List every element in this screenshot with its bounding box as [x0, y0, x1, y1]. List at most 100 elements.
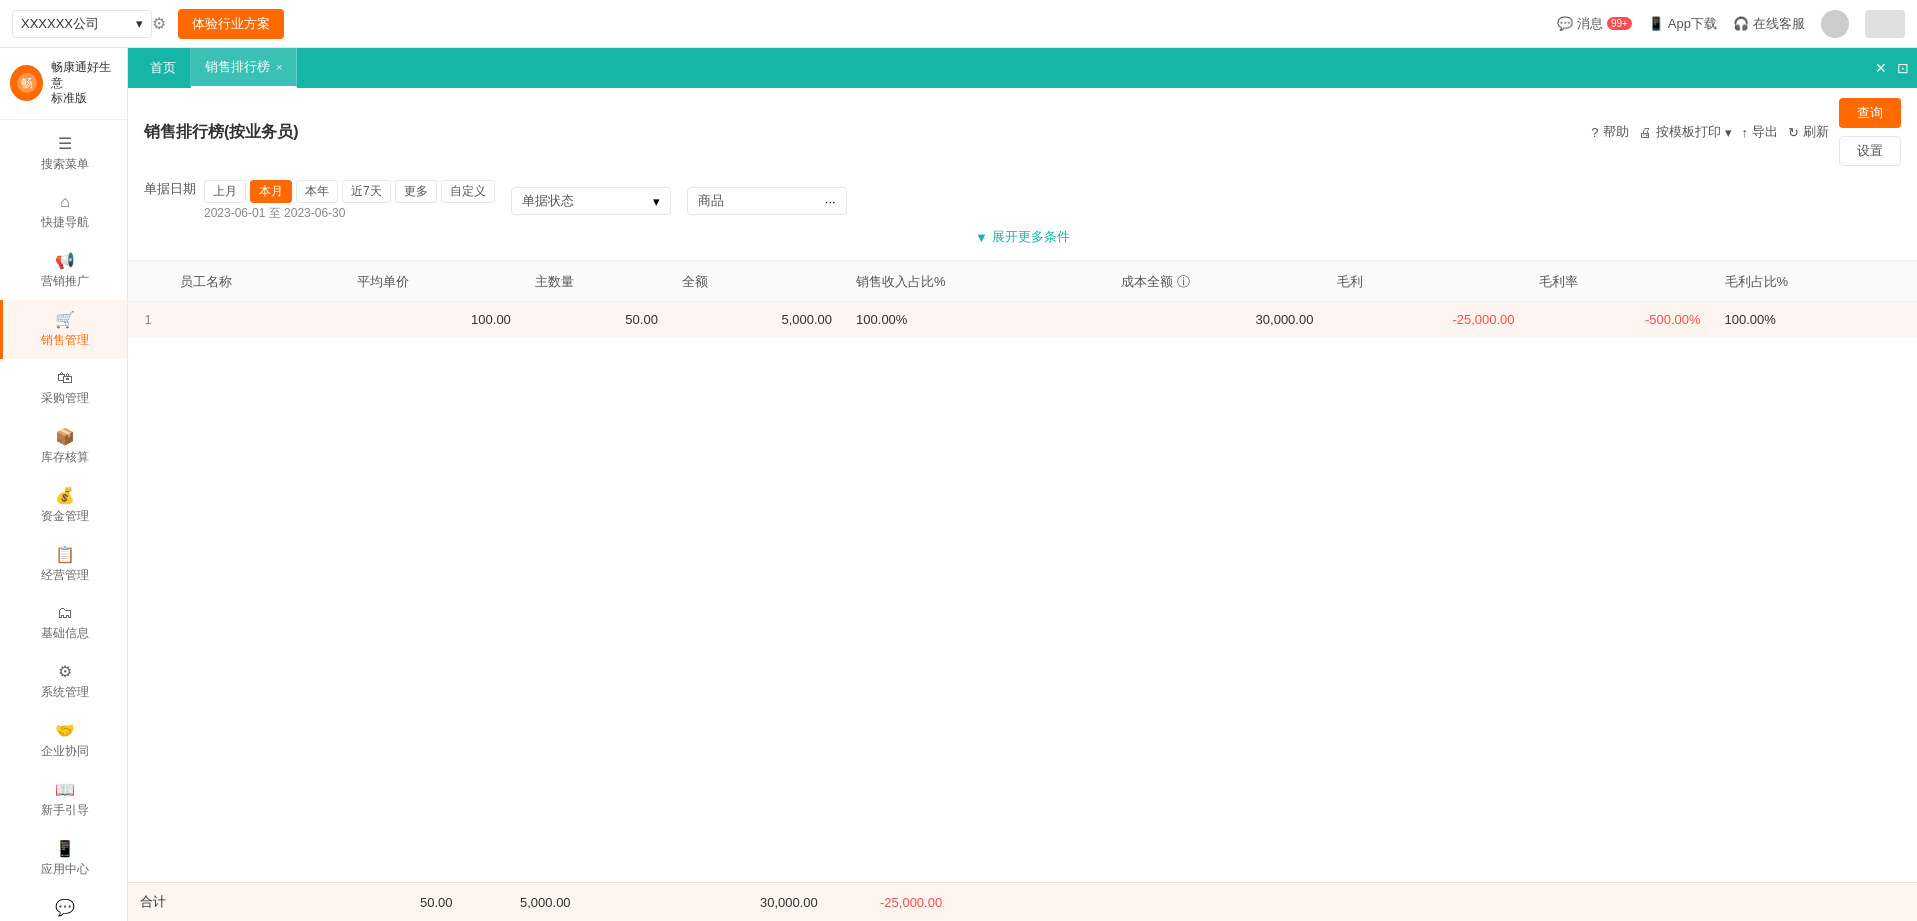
sidebar-item-label: 销售管理 — [41, 332, 89, 349]
col-header-0 — [128, 263, 168, 302]
query-btn[interactable]: 查询 — [1839, 98, 1901, 128]
sidebar-item-apps[interactable]: 📱应用中心 — [0, 829, 127, 888]
help-icon: ? — [1591, 125, 1598, 140]
sidebar-item-system[interactable]: ⚙ 系统管理 — [0, 652, 127, 711]
app-download-btn[interactable]: 📱 App下载 — [1648, 15, 1717, 33]
logo-icon: 畅 — [10, 65, 43, 101]
table-footer: 合计 50.00 5,000.00 30,000.00 -25,000.00 — [128, 882, 1917, 921]
sidebar-item-enterprise[interactable]: 🤝企业协同 — [0, 711, 127, 770]
date-btn-自定义[interactable]: 自定义 — [441, 180, 495, 203]
date-btn-本月[interactable]: 本月 — [250, 180, 292, 203]
table-container: 员工名称平均单价主数量全额销售收入占比%成本全额 ⓘ毛利毛利率毛利占比% 110… — [128, 263, 1917, 882]
tab-bar: 首页 销售排行榜 × ✕ ⊡ — [128, 48, 1917, 88]
sidebar-item-label: 快捷导航 — [41, 214, 89, 231]
table-header-row: 员工名称平均单价主数量全额销售收入占比%成本全额 ⓘ毛利毛利率毛利占比% — [128, 263, 1917, 302]
date-btn-近7天[interactable]: 近7天 — [342, 180, 391, 203]
apps-icon: 📱 — [55, 839, 75, 858]
expand-icon: ▼ — [975, 230, 988, 245]
logo-text: 畅康通好生意 标准版 — [51, 60, 117, 107]
footer-total-label: 合计 — [140, 893, 320, 911]
cell-0-9: 100.00% — [1713, 302, 1917, 338]
data-table: 员工名称平均单价主数量全额销售收入占比%成本全额 ⓘ毛利毛利率毛利占比% 110… — [128, 263, 1917, 338]
sidebar-item-guide[interactable]: 📖新手引导 — [0, 770, 127, 829]
sidebar-item-inventory[interactable]: 📦 库存核算 — [0, 417, 127, 476]
sidebar-item-basic[interactable]: 🗂基础信息 — [0, 594, 127, 652]
message-btn[interactable]: 💬 消息 99+ — [1557, 15, 1632, 33]
search-icon: ☰ — [58, 134, 72, 153]
tab-maximize-icon[interactable]: ⊡ — [1897, 60, 1909, 76]
wechat-icon: 💬 — [55, 898, 75, 917]
date-btn-更多[interactable]: 更多 — [395, 180, 437, 203]
system-icon: ⚙ — [58, 662, 72, 681]
date-btn-本年[interactable]: 本年 — [296, 180, 338, 203]
table-row: 1100.0050.005,000.00100.00%30,000.00-25,… — [128, 302, 1917, 338]
help-btn[interactable]: ? 帮助 — [1591, 123, 1628, 141]
avatar[interactable] — [1821, 10, 1849, 38]
expand-conditions-btn[interactable]: ▼ 展开更多条件 — [144, 222, 1901, 252]
sidebar-item-marketing[interactable]: 📢 营销推广 — [0, 241, 127, 300]
app-icon: 📱 — [1648, 16, 1664, 31]
col-header-5: 销售收入占比% — [844, 263, 1109, 302]
sidebar-item-label: 营销推广 — [41, 273, 89, 290]
tab-close-icon[interactable]: × — [276, 61, 282, 73]
sidebar-item-sales[interactable]: 🛒 销售管理 — [0, 300, 127, 359]
sidebar-item-wechat[interactable]: 💬企业微信 — [0, 888, 127, 921]
settings-gear-icon[interactable]: ⚙ — [152, 14, 166, 33]
tab-close-window-icon[interactable]: ✕ — [1875, 60, 1887, 76]
table-body: 1100.0050.005,000.00100.00%30,000.00-25,… — [128, 302, 1917, 338]
page-header: 销售排行榜(按业务员) ? 帮助 🖨 按模板打印 ▾ ↑ 导出 — [128, 88, 1917, 172]
status-filter-label: 单据状态 — [522, 192, 647, 210]
message-badge: 99+ — [1607, 17, 1632, 30]
date-btns: 上月本月本年近7天更多自定义 — [204, 180, 495, 203]
date-filter-group: 单据日期 上月本月本年近7天更多自定义 2023-06-01 至 2023-06… — [144, 180, 495, 222]
footer-main-qty: 50.00 — [420, 895, 520, 910]
sidebar-item-finance[interactable]: 💰资金管理 — [0, 476, 127, 535]
goods-filter[interactable]: 商品 ··· — [687, 187, 847, 215]
col-header-7: 毛利 — [1325, 263, 1526, 302]
footer-gross: -25,000.00 — [880, 895, 1000, 910]
tab-home[interactable]: 首页 — [136, 48, 191, 88]
sidebar-item-label: 搜索菜单 — [41, 156, 89, 173]
goods-filter-label: 商品 — [698, 192, 819, 210]
svg-text:畅: 畅 — [21, 76, 33, 90]
cell-0-1 — [168, 302, 345, 338]
print-icon: 🖨 — [1639, 125, 1652, 140]
refresh-btn[interactable]: ↻ 刷新 — [1788, 123, 1829, 141]
online-service-btn[interactable]: 🎧 在线客服 — [1733, 15, 1805, 33]
tab-sales-ranking[interactable]: 销售排行榜 × — [191, 48, 297, 88]
sales-icon: 🛒 — [55, 310, 75, 329]
sidebar-item-label: 企业协同 — [41, 743, 89, 760]
status-filter[interactable]: 单据状态 ▾ — [511, 187, 671, 215]
sidebar-item-label: 系统管理 — [41, 684, 89, 701]
page-title: 销售排行榜(按业务员) — [144, 122, 299, 143]
service-icon: 🎧 — [1733, 16, 1749, 31]
footer-amount: 5,000.00 — [520, 895, 640, 910]
finance-icon: 💰 — [55, 486, 75, 505]
shortcut-icon: ⌂ — [60, 193, 70, 211]
message-label: 消息 — [1577, 15, 1603, 33]
date-btn-上月[interactable]: 上月 — [204, 180, 246, 203]
industry-btn[interactable]: 体验行业方案 — [178, 9, 284, 39]
chevron-down-icon: ▾ — [136, 16, 143, 31]
company-selector[interactable]: XXXXXX公司 ▾ — [12, 10, 152, 38]
sidebar-item-label: 库存核算 — [41, 449, 89, 466]
sidebar-item-purchase[interactable]: 🛍采购管理 — [0, 359, 127, 417]
online-service-label: 在线客服 — [1753, 15, 1805, 33]
sidebar-item-search[interactable]: ☰ 搜索菜单 — [0, 124, 127, 183]
cell-0-5: 100.00% — [844, 302, 1109, 338]
col-header-2: 平均单价 — [345, 263, 522, 302]
setting-btn[interactable]: 设置 — [1839, 136, 1901, 166]
cell-0-2: 100.00 — [345, 302, 522, 338]
sidebar-item-operation[interactable]: 📋经营管理 — [0, 535, 127, 594]
print-btn[interactable]: 🖨 按模板打印 ▾ — [1639, 123, 1732, 141]
col-header-4: 全额 — [670, 263, 844, 302]
inventory-icon: 📦 — [55, 427, 75, 446]
sidebar-item-shortcut[interactable]: ⌂ 快捷导航 — [0, 183, 127, 241]
date-filter-label: 单据日期 — [144, 180, 196, 198]
cell-0-8: -500.00% — [1527, 302, 1713, 338]
sidebar-item-label: 经营管理 — [41, 567, 89, 584]
col-header-6: 成本全额 ⓘ — [1109, 263, 1325, 302]
marketing-icon: 📢 — [55, 251, 75, 270]
goods-more-icon: ··· — [825, 194, 836, 209]
export-btn[interactable]: ↑ 导出 — [1742, 123, 1779, 141]
